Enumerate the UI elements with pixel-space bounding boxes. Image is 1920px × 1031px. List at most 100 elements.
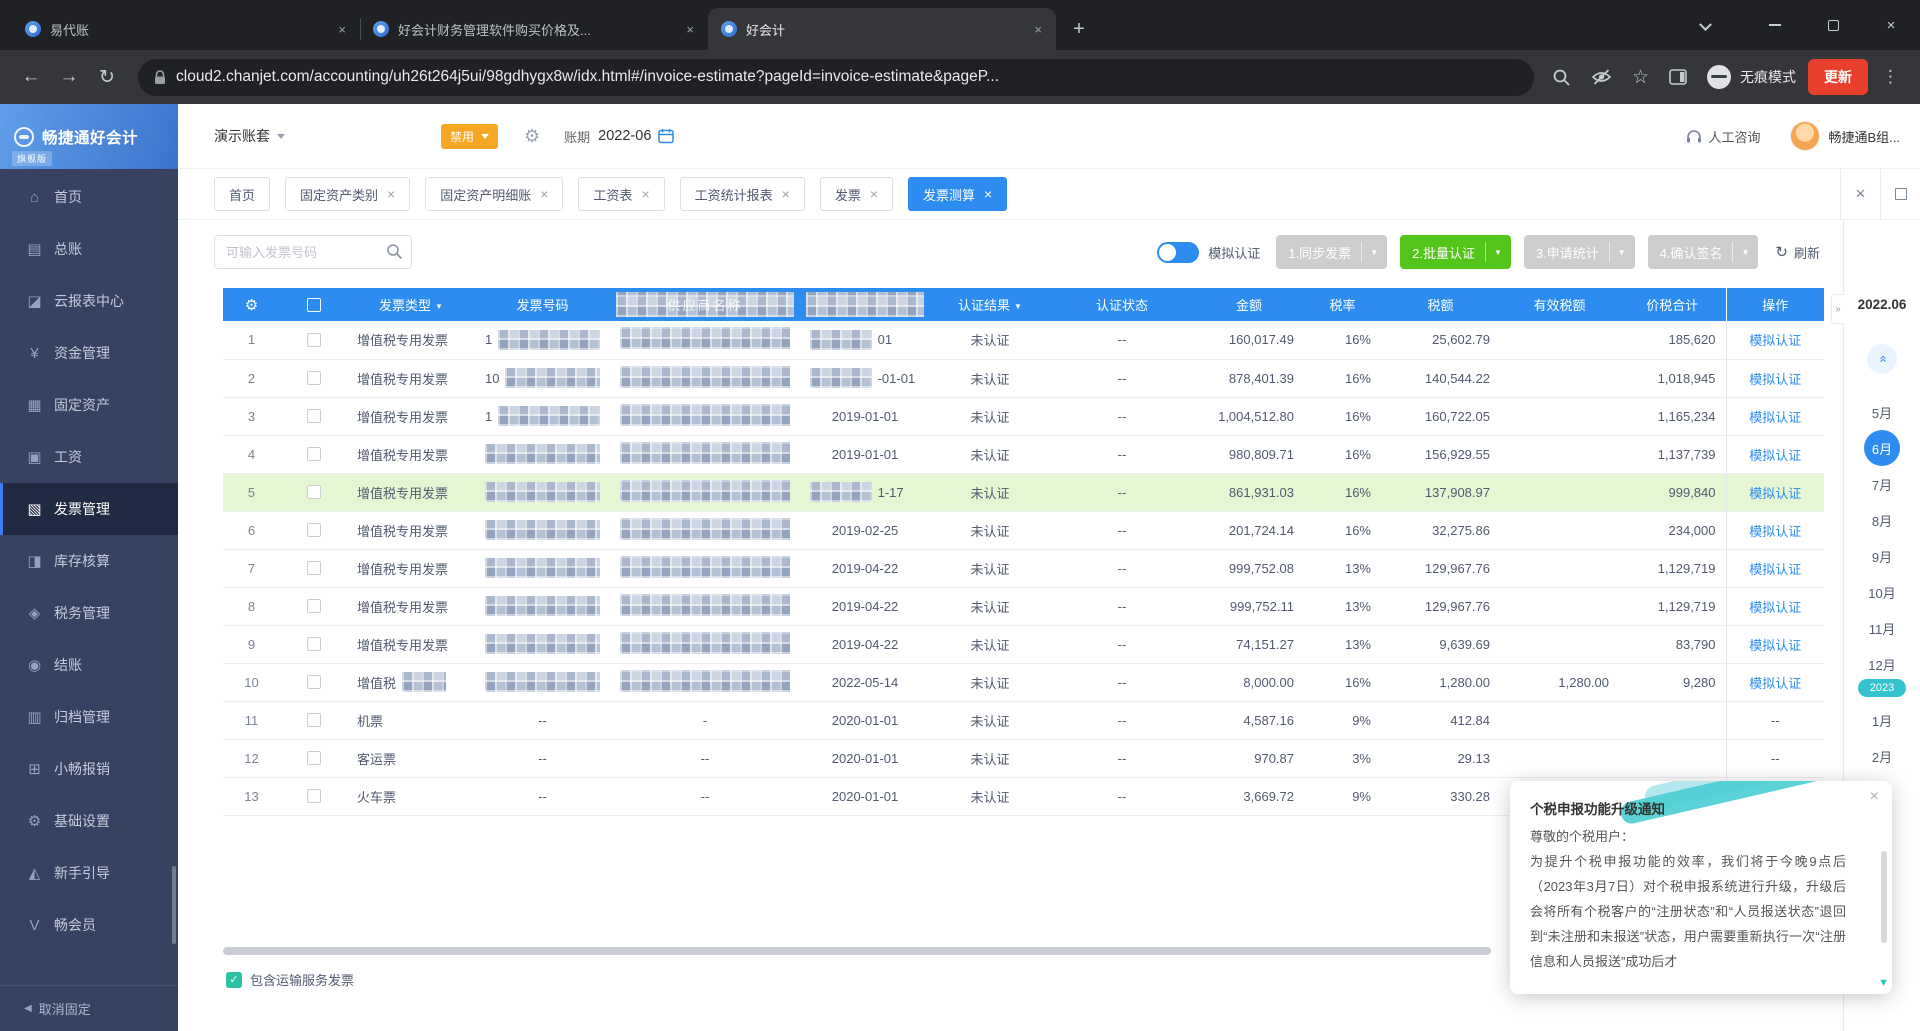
month-item-1[interactable]: 6月	[1864, 430, 1900, 466]
column-header-check[interactable]	[280, 288, 347, 321]
select-all-checkbox[interactable]	[306, 297, 321, 312]
toolbar-button[interactable]: 2.批量认证 ▼	[1400, 235, 1511, 269]
simulate-certify-link[interactable]: 模拟认证	[1749, 676, 1801, 691]
page-tab[interactable]: 发票 ×	[819, 177, 894, 211]
column-header-type[interactable]: 发票类型 ▼	[347, 288, 475, 321]
close-all-tabs-button[interactable]: ×	[1840, 169, 1880, 219]
simulate-certify-link[interactable]: 模拟认证	[1749, 486, 1801, 501]
bookmark-star-icon[interactable]: ☆	[1632, 66, 1649, 89]
row-checkbox[interactable]	[306, 371, 321, 385]
sidebar-item-inventory[interactable]: ◨ 库存核算	[0, 535, 178, 587]
panel-collapse-icon[interactable]: »	[1831, 294, 1844, 324]
page-tab[interactable]: 工资统计报表 ×	[679, 177, 805, 211]
simulate-certify-link[interactable]: 模拟认证	[1749, 638, 1801, 653]
page-tab[interactable]: 首页	[214, 177, 271, 211]
page-tab-close-icon[interactable]: ×	[540, 186, 548, 202]
row-checkbox[interactable]	[306, 332, 321, 347]
sidebar-item-fixed-assets[interactable]: ▦ 固定资产	[0, 379, 178, 431]
row-checkbox[interactable]	[306, 713, 321, 727]
toolbar-button[interactable]: 3.申请统计 ▼	[1523, 235, 1635, 269]
settings-gear-icon[interactable]: ⚙	[524, 126, 540, 147]
disabled-badge[interactable]: 禁用	[441, 123, 499, 149]
incognito-indicator[interactable]: 无痕模式	[1707, 65, 1796, 89]
simulate-certify-link[interactable]: 模拟认证	[1749, 372, 1801, 387]
page-tab-close-icon[interactable]: ×	[387, 186, 395, 202]
include-transport-checkbox[interactable]: ✓	[226, 971, 242, 988]
horizontal-scrollbar[interactable]	[223, 947, 1491, 955]
new-tab-button[interactable]: +	[1064, 14, 1094, 44]
sidebar-item-tax[interactable]: ◈ 税务管理	[0, 587, 178, 639]
search-icon[interactable]	[386, 243, 403, 260]
simulate-certify-link[interactable]: 模拟认证	[1749, 448, 1801, 463]
column-settings-gear-icon[interactable]: ⚙	[245, 297, 258, 314]
month-item-0[interactable]: 5月	[1864, 394, 1900, 430]
row-checkbox[interactable]	[306, 751, 321, 765]
tab-close-icon[interactable]: ×	[682, 20, 698, 39]
account-set-selector[interactable]: 演示账套	[214, 126, 285, 146]
sidebar-item-settings[interactable]: ⚙ 基础设置	[0, 795, 178, 847]
simulate-certify-link[interactable]: 模拟认证	[1749, 524, 1801, 539]
page-tab[interactable]: 发票测算 ×	[908, 177, 1008, 211]
row-checkbox[interactable]	[306, 447, 321, 461]
page-tab[interactable]: 固定资产类别 ×	[285, 177, 411, 211]
row-checkbox[interactable]	[306, 789, 321, 803]
user-name[interactable]: 畅捷通B组...	[1828, 127, 1900, 146]
sidebar-item-invoice[interactable]: ▧ 发票管理	[0, 483, 178, 535]
sidebar-item-home[interactable]: ⌂ 首页	[0, 171, 178, 223]
notification-close-icon[interactable]: ×	[1870, 788, 1879, 806]
simulate-certify-link[interactable]: 模拟认证	[1749, 410, 1801, 425]
month-item-7[interactable]: 12月	[1864, 646, 1900, 682]
row-checkbox[interactable]	[306, 561, 321, 575]
column-header-result[interactable]: 认证结果 ▼	[930, 288, 1050, 321]
simulate-certify-toggle[interactable]	[1157, 241, 1200, 263]
window-close-button[interactable]: ×	[1862, 0, 1920, 50]
simulate-certify-link[interactable]: 模拟认证	[1749, 600, 1801, 615]
back-button[interactable]: ←	[14, 60, 48, 94]
month-item-4[interactable]: 9月	[1864, 538, 1900, 574]
row-checkbox[interactable]	[306, 523, 321, 537]
sidebar-item-funds[interactable]: ¥ 资金管理	[0, 327, 178, 379]
sidebar-item-guide[interactable]: ◭ 新手引导	[0, 847, 178, 899]
sidebar-scrollbar[interactable]	[172, 866, 176, 944]
sidebar-item-reimburse[interactable]: ⊞ 小畅报销	[0, 743, 178, 795]
month-item-2[interactable]: 7月	[1864, 466, 1900, 502]
sidebar-item-member[interactable]: V 畅会员	[0, 899, 178, 951]
side-panel-icon[interactable]	[1669, 69, 1687, 85]
tab-close-icon[interactable]: ×	[334, 20, 350, 39]
calendar-icon[interactable]	[658, 128, 675, 144]
browser-tab[interactable]: 好会计财务管理软件购买价格及... ×	[360, 8, 708, 50]
page-tab-close-icon[interactable]: ×	[641, 186, 649, 202]
simulate-certify-link[interactable]: 模拟认证	[1749, 333, 1801, 348]
row-checkbox[interactable]	[306, 637, 321, 651]
row-checkbox[interactable]	[306, 675, 321, 689]
sidebar-item-general-ledger[interactable]: ▤ 总账	[0, 223, 178, 275]
browser-tab[interactable]: 好会计 ×	[708, 8, 1056, 50]
tab-close-icon[interactable]: ×	[1030, 20, 1046, 39]
row-checkbox[interactable]	[306, 485, 321, 499]
simulate-certify-link[interactable]: 模拟认证	[1749, 562, 1801, 577]
sort-caret-icon[interactable]: ▼	[1014, 302, 1022, 311]
page-tab-close-icon[interactable]: ×	[782, 186, 790, 202]
page-tab-close-icon[interactable]: ×	[984, 186, 992, 202]
period-value[interactable]: 2022-06	[598, 128, 651, 144]
page-tab-close-icon[interactable]: ×	[870, 186, 878, 202]
window-maximize-button[interactable]	[1804, 0, 1862, 50]
scroll-down-icon[interactable]: ▼	[1878, 977, 1889, 989]
row-checkbox[interactable]	[306, 409, 321, 423]
sort-caret-icon[interactable]: ▼	[435, 302, 443, 311]
forward-button[interactable]: →	[52, 60, 86, 94]
consult-link[interactable]: 人工咨询	[1686, 127, 1760, 146]
tab-search-button[interactable]	[1690, 12, 1720, 42]
window-minimize-button[interactable]	[1746, 0, 1804, 50]
column-header-seq[interactable]: ⚙	[223, 288, 280, 321]
month-item-10[interactable]: 2月	[1864, 738, 1900, 774]
reload-button[interactable]: ↻	[90, 60, 124, 94]
month-item-5[interactable]: 10月	[1864, 574, 1900, 610]
toolbar-button[interactable]: 1.同步发票 ▼	[1276, 235, 1388, 269]
fullscreen-button[interactable]	[1880, 169, 1920, 219]
notification-scrollbar[interactable]	[1881, 851, 1887, 943]
browser-menu-icon[interactable]: ⋮	[1882, 67, 1900, 87]
month-item-6[interactable]: 11月	[1864, 610, 1900, 646]
url-bar[interactable]: cloud2.chanjet.com/accounting/uh26t264j5…	[138, 58, 1534, 96]
row-checkbox[interactable]	[306, 599, 321, 613]
